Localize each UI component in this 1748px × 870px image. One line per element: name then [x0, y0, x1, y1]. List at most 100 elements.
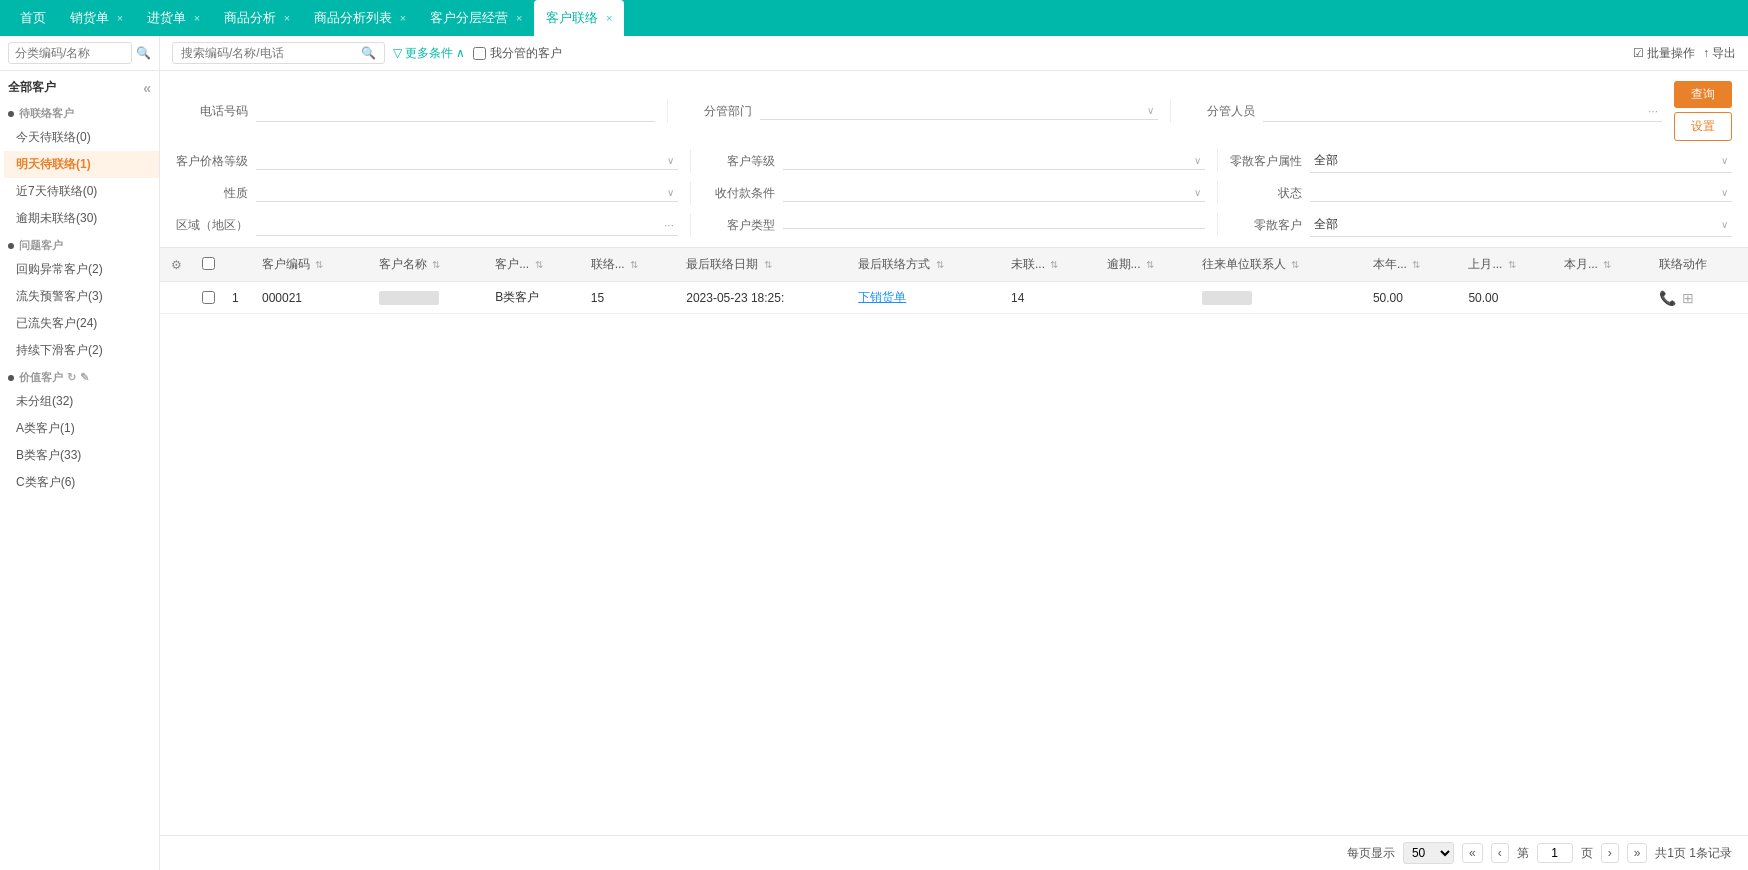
nav-product-analysis[interactable]: 商品分析 × — [212, 0, 302, 36]
sort-last-method[interactable]: ⇅ — [936, 259, 944, 270]
status-select[interactable]: ∨ — [1310, 184, 1732, 202]
search-btn[interactable]: 🔍 — [361, 46, 376, 60]
first-page-btn[interactable]: « — [1462, 843, 1483, 863]
sort-year[interactable]: ⇅ — [1412, 259, 1420, 270]
last-page-btn[interactable]: » — [1627, 843, 1648, 863]
col-uncontact[interactable]: 未联... ⇅ — [1003, 248, 1099, 282]
last-method-link[interactable]: 下销货单 — [858, 290, 906, 304]
col-contact-count[interactable]: 联络... ⇅ — [583, 248, 679, 282]
sort-type[interactable]: ⇅ — [535, 259, 543, 270]
sidebar-7days-contact[interactable]: 近7天待联络(0) — [4, 178, 159, 205]
col-last-method[interactable]: 最后联络方式 ⇅ — [850, 248, 1003, 282]
sort-name[interactable]: ⇅ — [432, 259, 440, 270]
sort-last-date[interactable]: ⇅ — [764, 259, 772, 270]
page-total: 共1页 1条记录 — [1655, 845, 1732, 862]
nav-close-product-list[interactable]: × — [400, 12, 406, 24]
col-last-date[interactable]: 最后联络日期 ⇅ — [678, 248, 850, 282]
sort-last-month[interactable]: ⇅ — [1508, 259, 1516, 270]
sidebar-collapse-icon[interactable]: « — [143, 80, 151, 96]
filter-row-4: 区域（地区） ··· 客户类型 零散客户 全部 — [176, 213, 1732, 237]
retail-attr-select[interactable]: 全部 ∨ — [1310, 149, 1732, 173]
dept-select[interactable]: ∨ — [760, 102, 1159, 120]
nav-product-list[interactable]: 商品分析列表 × — [302, 0, 418, 36]
value-edit-icon[interactable]: ✎ — [80, 371, 89, 384]
search-input[interactable] — [181, 46, 361, 60]
col-current-year[interactable]: 本年... ⇅ — [1365, 248, 1461, 282]
col-overdue[interactable]: 逾期... ⇅ — [1099, 248, 1195, 282]
my-customers-checkbox[interactable] — [473, 47, 486, 60]
manager-select[interactable]: ··· — [1263, 101, 1662, 122]
row-uncontact: 14 — [1003, 282, 1099, 314]
filter-more-btn[interactable]: ▽ 更多条件 ∧ — [393, 45, 465, 62]
sidebar-search-input[interactable] — [8, 42, 132, 64]
my-customers-toggle[interactable]: 我分管的客户 — [473, 45, 562, 62]
check-all[interactable] — [202, 257, 215, 270]
sort-code[interactable]: ⇅ — [315, 259, 323, 270]
nav-close-product[interactable]: × — [284, 12, 290, 24]
sidebar-declining[interactable]: 持续下滑客户(2) — [4, 337, 159, 364]
sidebar-type-a[interactable]: A类客户(1) — [4, 415, 159, 442]
next-page-btn[interactable]: › — [1601, 843, 1619, 863]
call-icon[interactable]: 📞 — [1659, 290, 1676, 306]
batch-btn[interactable]: ☑ 批量操作 — [1633, 45, 1695, 62]
row-check — [192, 282, 224, 314]
region-select[interactable]: ··· — [256, 215, 678, 236]
sidebar-churn-warning[interactable]: 流失预警客户(3) — [4, 283, 159, 310]
retail-customer-select[interactable]: 全部 ∨ — [1310, 213, 1732, 237]
nav-purchase[interactable]: 进货单 × — [135, 0, 212, 36]
nav-customer-segment[interactable]: 客户分层经营 × — [418, 0, 534, 36]
col-last-month[interactable]: 上月... ⇅ — [1460, 248, 1556, 282]
sidebar-tomorrow-contact[interactable]: 明天待联络(1) — [4, 151, 159, 178]
sort-unit-contacts[interactable]: ⇅ — [1291, 259, 1299, 270]
sidebar-churned[interactable]: 已流失客户(24) — [4, 310, 159, 337]
sort-contact[interactable]: ⇅ — [630, 259, 638, 270]
row-checkbox[interactable] — [202, 291, 215, 304]
nav-close-segment[interactable]: × — [516, 12, 522, 24]
h-scrollbar-area[interactable] — [160, 821, 1748, 835]
nav-sales[interactable]: 销货单 × — [58, 0, 135, 36]
nav-home[interactable]: 首页 — [8, 0, 58, 36]
sidebar-search-icon[interactable]: 🔍 — [136, 46, 151, 60]
filter-row-2: 客户价格等级 ∨ 客户等级 ∨ 零散客户属性 全部 — [176, 149, 1732, 173]
page-input[interactable] — [1537, 843, 1573, 863]
col-this-month[interactable]: 本月... ⇅ — [1556, 248, 1652, 282]
nav-close-purchase[interactable]: × — [194, 12, 200, 24]
query-btn[interactable]: 查询 — [1674, 81, 1732, 108]
sidebar-type-b[interactable]: B类客户(33) — [4, 442, 159, 469]
col-customer-name[interactable]: 客户名称 ⇅ — [371, 248, 488, 282]
page-size-select[interactable]: 50 100 200 — [1403, 842, 1454, 864]
col-settings[interactable]: ⚙ — [160, 248, 192, 282]
nav-customer-contact[interactable]: 客户联络 × — [534, 0, 624, 36]
payment-select[interactable]: ∨ — [783, 184, 1205, 202]
row-last-method: 下销货单 — [850, 282, 1003, 314]
sort-overdue[interactable]: ⇅ — [1146, 259, 1154, 270]
nav-close-contact[interactable]: × — [606, 12, 612, 24]
export-btn[interactable]: ↑ 导出 — [1703, 45, 1736, 62]
nav-close-sales[interactable]: × — [117, 12, 123, 24]
sidebar-repurchase-abnormal[interactable]: 回购异常客户(2) — [4, 256, 159, 283]
col-customer-code[interactable]: 客户编码 ⇅ — [254, 248, 371, 282]
price-grade-select[interactable]: ∨ — [256, 152, 678, 170]
customer-type-select[interactable] — [783, 222, 1205, 229]
customer-grade-select[interactable]: ∨ — [783, 152, 1205, 170]
prev-page-btn[interactable]: ‹ — [1491, 843, 1509, 863]
settings-btn[interactable]: 设置 — [1674, 112, 1732, 141]
more-actions-icon[interactable]: ⊞ — [1682, 290, 1694, 306]
sidebar-overdue-contact[interactable]: 逾期未联络(30) — [4, 205, 159, 232]
col-customer-type[interactable]: 客户... ⇅ — [487, 248, 583, 282]
sidebar-today-contact[interactable]: 今天待联络(0) — [4, 124, 159, 151]
col-check — [192, 248, 224, 282]
col-unit-contacts[interactable]: 往来单位联系人 ⇅ — [1194, 248, 1365, 282]
settings-icon[interactable]: ⚙ — [171, 258, 182, 272]
all-customers-title[interactable]: 全部客户 « — [0, 71, 159, 100]
col-actions: 联络动作 — [1651, 248, 1748, 282]
value-refresh-icon[interactable]: ↻ — [67, 371, 76, 384]
filter-dept: 分管部门 ∨ — [680, 102, 1159, 120]
gender-select[interactable]: ∨ — [256, 184, 678, 202]
sidebar-type-c[interactable]: C类客户(6) — [4, 469, 159, 496]
h-scrollbar[interactable] — [176, 823, 1732, 833]
sidebar-ungrouped[interactable]: 未分组(32) — [4, 388, 159, 415]
phone-input[interactable] — [256, 101, 655, 122]
sort-this-month[interactable]: ⇅ — [1603, 259, 1611, 270]
sort-uncontact[interactable]: ⇅ — [1050, 259, 1058, 270]
